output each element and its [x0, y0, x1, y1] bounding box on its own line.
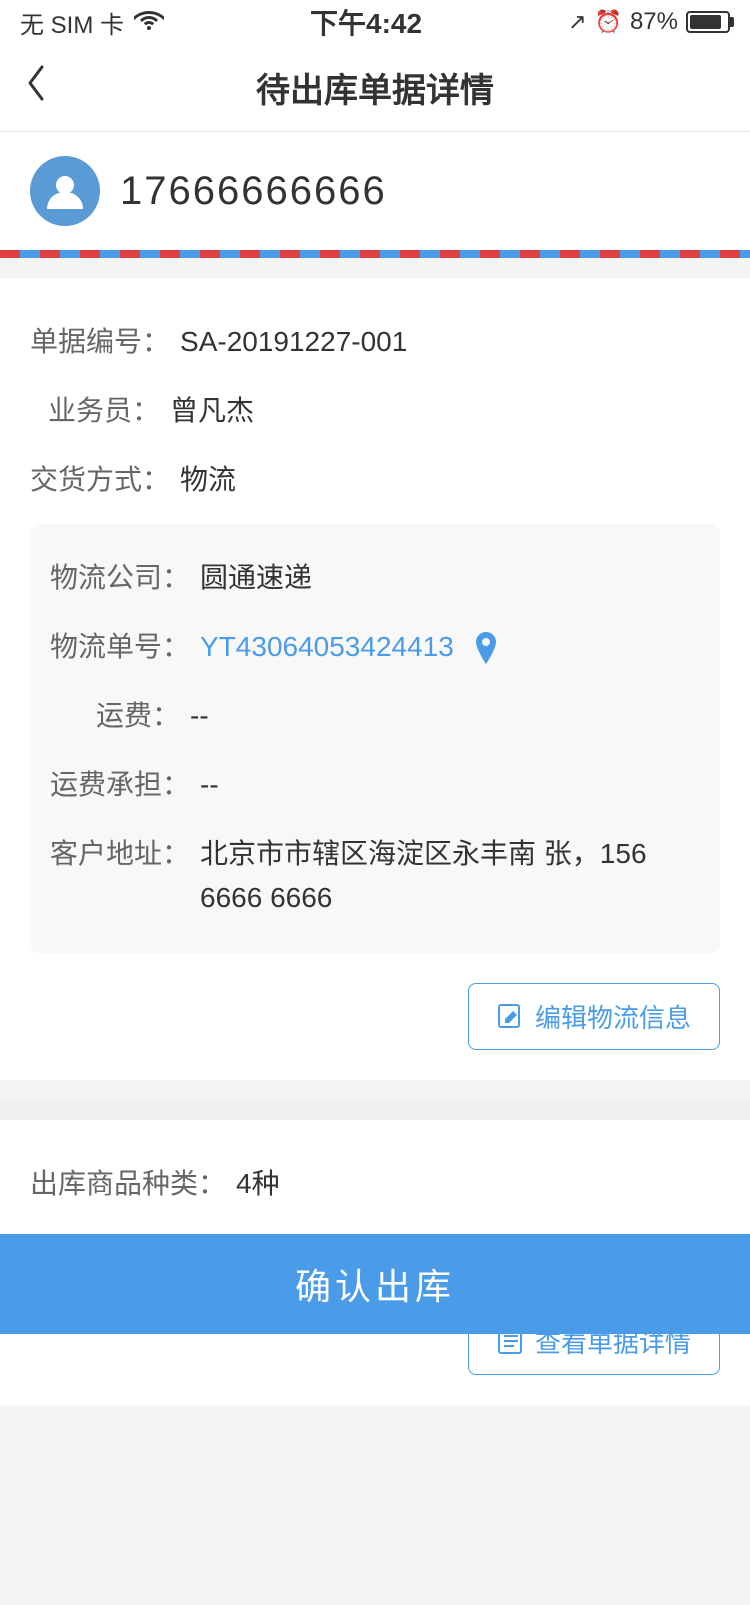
battery-icon: [686, 11, 730, 33]
status-time: 下午4:42: [310, 2, 422, 42]
freight-value: --: [190, 694, 700, 739]
goods-types-value: 4种: [236, 1162, 720, 1207]
location-status-icon: ↗: [568, 9, 586, 35]
delivery-row: 交货方式： 物流: [30, 446, 720, 515]
freight-bearer-row: 运费承担： --: [50, 751, 700, 820]
bottom-spacer: [0, 1405, 750, 1605]
logistics-company-label: 物流公司：: [50, 556, 200, 601]
avatar: [30, 156, 100, 226]
status-right: ↗ ⏰ 87%: [568, 8, 730, 36]
status-bar: 无 SIM 卡 下午4:42 ↗ ⏰ 87%: [0, 0, 750, 44]
edit-logistics-button-container: 编辑物流信息: [30, 973, 720, 1050]
logistics-card: 物流公司： 圆通速递 物流单号： YT43064053424413 运费： --…: [30, 524, 720, 953]
address-row: 客户地址： 北京市市辖区海淀区永丰南 张，156 6666 6666: [50, 820, 700, 934]
confirm-bar[interactable]: 确认出库: [0, 1234, 750, 1334]
tracking-value: YT43064053424413: [200, 625, 700, 670]
salesman-value: 曾凡杰: [170, 389, 720, 434]
logistics-company-value: 圆通速递: [200, 556, 700, 601]
basic-info-section: 单据编号： SA-20191227-001 业务员： 曾凡杰 交货方式： 物流 …: [0, 278, 750, 1080]
delivery-value: 物流: [180, 458, 720, 503]
confirm-button-label: 确认出库: [295, 1258, 455, 1310]
address-label: 客户地址：: [50, 832, 200, 877]
goods-types-label: 出库商品种类：: [30, 1162, 236, 1207]
map-pin-icon: [468, 630, 504, 666]
freight-label: 运费：: [50, 694, 190, 739]
back-button[interactable]: [24, 63, 48, 113]
section-divider: [0, 1100, 750, 1120]
user-phone: 17666666666: [120, 169, 387, 214]
freight-row: 运费： --: [50, 682, 700, 751]
dashed-divider: [0, 250, 750, 258]
nav-bar: 待出库单据详情: [0, 44, 750, 132]
logistics-company-row: 物流公司： 圆通速递: [50, 544, 700, 613]
address-value: 北京市市辖区海淀区永丰南 张，156 6666 6666: [200, 832, 700, 922]
wifi-icon: [134, 8, 164, 37]
battery-percent: 87%: [630, 8, 678, 36]
salesman-row: 业务员： 曾凡杰: [30, 377, 720, 446]
freight-bearer-value: --: [200, 763, 700, 808]
freight-bearer-label: 运费承担：: [50, 763, 200, 808]
tracking-label: 物流单号：: [50, 625, 200, 670]
tracking-number-row: 物流单号： YT43064053424413: [50, 613, 700, 682]
edit-logistics-label: 编辑物流信息: [535, 998, 691, 1035]
carrier-text: 无 SIM 卡: [20, 5, 124, 40]
salesman-label: 业务员：: [30, 389, 170, 434]
document-number-row: 单据编号： SA-20191227-001: [30, 308, 720, 377]
document-value: SA-20191227-001: [180, 320, 720, 365]
status-left: 无 SIM 卡: [20, 5, 164, 40]
user-header: 17666666666: [0, 132, 750, 250]
goods-types-row: 出库商品种类： 4种: [30, 1150, 720, 1219]
edit-logistics-button[interactable]: 编辑物流信息: [468, 983, 720, 1050]
page-title: 待出库单据详情: [256, 63, 494, 112]
document-label: 单据编号：: [30, 320, 180, 365]
edit-icon: [497, 1003, 525, 1031]
delivery-label: 交货方式：: [30, 458, 180, 503]
alarm-icon: ⏰: [595, 9, 622, 35]
